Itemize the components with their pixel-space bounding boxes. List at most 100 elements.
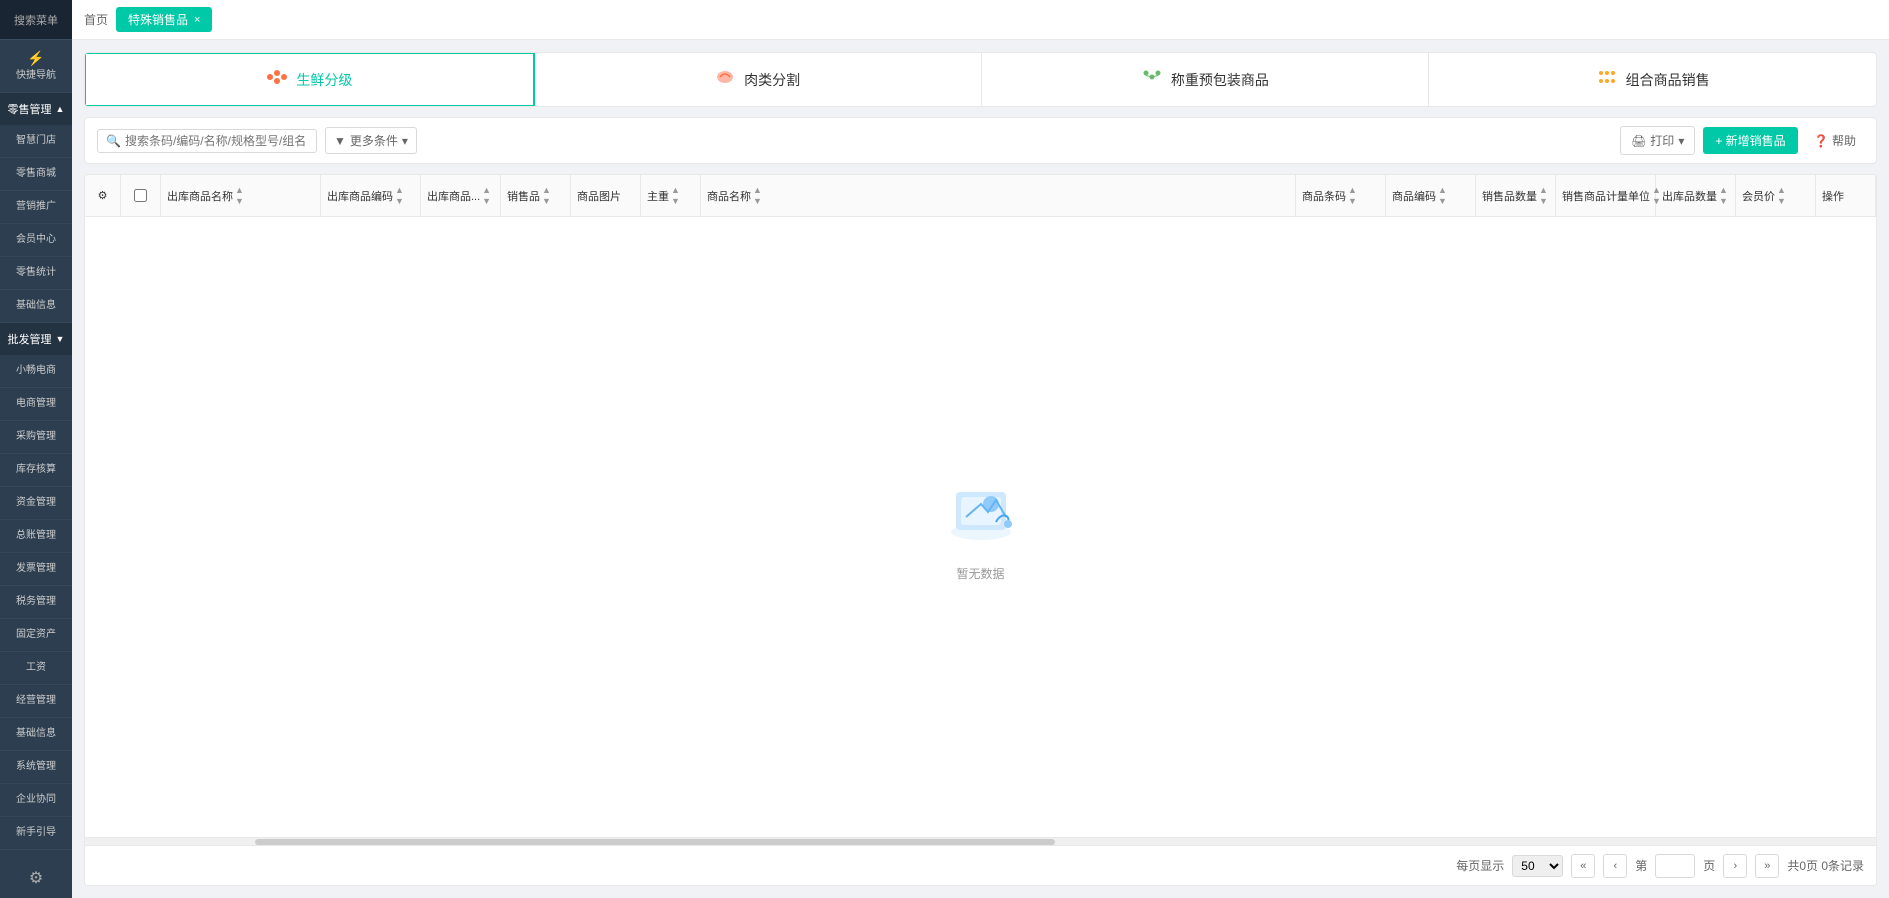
search-box[interactable]: 🔍 [97,129,317,153]
toolbar-left: 🔍 ▼ 更多条件 ▾ [97,127,417,154]
sidebar-item-stock-check[interactable]: 库存核算 [0,454,72,487]
sidebar-item-label: 会员中心 [16,234,56,246]
sidebar-item-label: 经营管理 [16,695,56,707]
scroll-thumb[interactable] [255,839,1055,845]
th-weight-label: 主重 [647,188,669,204]
th-sale-item-label: 销售品 [507,188,540,204]
next-page-icon: › [1733,860,1737,872]
sidebar-item-label: 快捷导航 [16,70,56,82]
empty-illustration [936,472,1026,555]
th-checkbox[interactable] [121,175,161,216]
current-page-input[interactable]: 1 [1655,854,1695,878]
sidebar-item-finance-mgmt[interactable]: 资金管理 [0,487,72,520]
weight-prepack-icon [1141,68,1163,91]
category-tab-meat-split[interactable]: 肉类分割 [534,53,982,106]
sidebar-item-quick-nav[interactable]: ⚡ 快捷导航 [0,40,72,93]
content-area: 生鲜分级 肉类分割 [72,40,1889,898]
toolbar-right: 🖨 打印 ▾ + 新增销售品 ❓ 帮助 [1620,126,1864,155]
th-sale-item[interactable]: 销售品 ▲▼ [501,175,571,216]
main-content: 首页 特殊销售品 × 生鲜分级 [72,0,1889,898]
sidebar-section-wholesale[interactable]: 批发管理 ▼ [0,323,72,355]
active-tab[interactable]: 特殊销售品 × [116,7,212,32]
sidebar-item-sales-promo[interactable]: 营销推广 [0,191,72,224]
sidebar-item-retail-mall[interactable]: 零售商城 [0,158,72,191]
sidebar-item-general-ledger[interactable]: 总账管理 [0,520,72,553]
th-sale-qty-label: 销售品数量 [1482,188,1537,204]
sidebar-item-fixed-assets[interactable]: 固定资产 [0,619,72,652]
th-out-name[interactable]: 出库商品名称 ▲▼ [161,175,321,216]
print-button[interactable]: 🖨 打印 ▾ [1620,126,1695,155]
sidebar-item-label: 基础信息 [16,300,56,312]
settings-gear-button[interactable]: ⚙ [0,858,72,898]
help-label: 帮助 [1832,134,1856,148]
sidebar-item-label: 固定资产 [16,629,56,641]
select-all-checkbox[interactable] [134,189,147,202]
th-barcode[interactable]: 商品条码 ▲▼ [1296,175,1386,216]
sidebar-item-enterprise-coop[interactable]: 企业协同 [0,784,72,817]
help-button[interactable]: ❓ 帮助 [1806,127,1864,154]
empty-text: 暂无数据 [956,565,1004,582]
quick-nav-icon: ⚡ [27,50,44,67]
filter-button[interactable]: ▼ 更多条件 ▾ [325,127,417,154]
category-tab-weight-prepack[interactable]: 称重预包装商品 [982,53,1430,106]
sidebar-item-label: 库存核算 [16,464,56,476]
sidebar-item-purchase-mgmt[interactable]: 采购管理 [0,421,72,454]
sidebar-item-mini-ecommerce[interactable]: 小畅电商 [0,355,72,388]
next-page-button[interactable]: › [1723,854,1747,878]
table-body: 暂无数据 [85,217,1876,837]
sidebar-item-tax-mgmt[interactable]: 税务管理 [0,586,72,619]
sidebar-item-operation-mgmt[interactable]: 经营管理 [0,685,72,718]
help-icon: ❓ [1814,134,1829,148]
th-out-code2[interactable]: 出库商品... ▲▼ [421,175,501,216]
sidebar-item-invoice-mgmt[interactable]: 发票管理 [0,553,72,586]
category-tab-combo-sale[interactable]: 组合商品销售 [1429,53,1876,106]
horizontal-scrollbar[interactable] [85,837,1876,845]
sidebar-logo[interactable]: 搜索菜单 [0,0,72,40]
th-sale-unit[interactable]: 销售商品计量单位 ▲▼ [1556,175,1656,216]
sidebar-item-member-center[interactable]: 会员中心 [0,224,72,257]
th-goods-code[interactable]: 商品编码 ▲▼ [1386,175,1476,216]
new-sale-item-button[interactable]: + 新增销售品 [1703,127,1797,154]
sidebar-item-basic-info2[interactable]: 基础信息 [0,718,72,751]
th-img: 商品图片 [571,175,641,216]
th-sale-qty[interactable]: 销售品数量 ▲▼ [1476,175,1556,216]
sidebar-item-smart-store[interactable]: 智慧门店 [0,125,72,158]
column-settings-icon: ⚙ [98,189,108,202]
filter-arrow-icon: ▾ [402,134,408,148]
sidebar-section-retail[interactable]: 零售管理 ▲ [0,93,72,125]
pagination: 每页显示 50 10 20 100 « ‹ 第 1 页 › [85,845,1876,885]
weight-prepack-label: 称重预包装商品 [1171,70,1269,90]
th-out-code[interactable]: 出库商品编码 ▲▼ [321,175,421,216]
sidebar-item-retail-stats[interactable]: 零售统计 [0,257,72,290]
home-breadcrumb[interactable]: 首页 [84,11,108,28]
th-weight[interactable]: 主重 ▲▼ [641,175,701,216]
category-tab-fresh-grade[interactable]: 生鲜分级 [84,52,535,107]
sidebar-item-label: 系统管理 [16,761,56,773]
th-settings[interactable]: ⚙ [85,175,121,216]
sidebar-item-label: 零售统计 [16,267,56,279]
th-goods-name[interactable]: 商品名称 ▲▼ [701,175,1296,216]
sidebar-item-salary[interactable]: 工资 [0,652,72,685]
th-out-name-label: 出库商品名称 [167,188,233,204]
sidebar-item-newbie-guide[interactable]: 新手引导 [0,817,72,850]
sidebar-item-basic-info-retail[interactable]: 基础信息 [0,290,72,323]
sort-icon: ▲▼ [1539,185,1548,206]
sidebar-item-label: 营销推广 [16,201,56,213]
th-member-price[interactable]: 会员价 ▲▼ [1736,175,1816,216]
page-size-select[interactable]: 50 10 20 100 [1512,855,1563,877]
th-out-qty[interactable]: 出库品数量 ▲▼ [1656,175,1736,216]
sidebar-item-ecommerce-mgmt[interactable]: 电商管理 [0,388,72,421]
th-out-qty-label: 出库品数量 [1662,188,1717,204]
prev-page-button[interactable]: ‹ [1603,854,1627,878]
sort-icon: ▲▼ [1719,185,1728,206]
print-arrow-icon: ▾ [1678,134,1684,148]
last-page-button[interactable]: » [1755,854,1779,878]
retail-mgmt-label: 零售管理 [8,101,52,117]
sort-icon: ▲▼ [542,185,551,206]
search-input[interactable] [125,134,308,148]
combo-sale-label: 组合商品销售 [1626,70,1710,90]
first-page-button[interactable]: « [1571,854,1595,878]
sidebar-item-sys-mgmt[interactable]: 系统管理 [0,751,72,784]
tab-close-icon[interactable]: × [194,14,200,26]
sort-icon: ▲▼ [1348,185,1357,206]
